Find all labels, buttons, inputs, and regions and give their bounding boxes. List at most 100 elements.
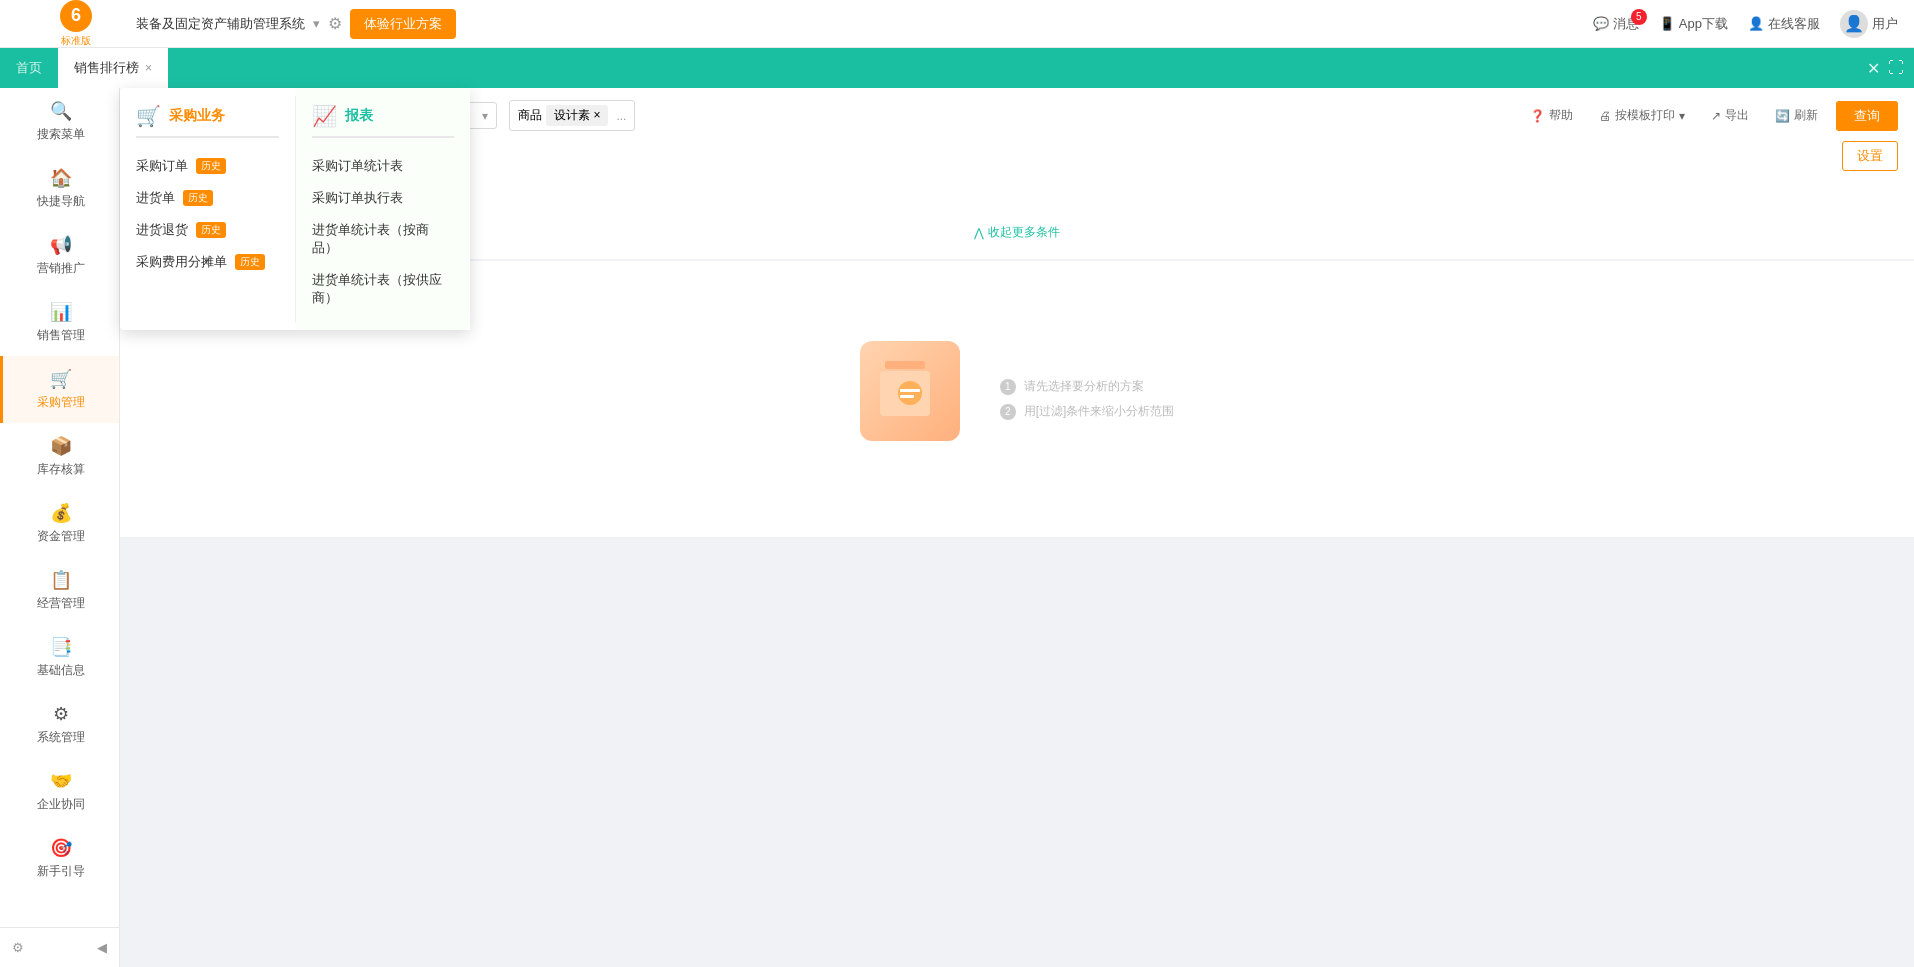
- settings-icon[interactable]: ⚙: [328, 14, 342, 33]
- sidebar-item-cooperation-label: 企业协同: [37, 796, 85, 813]
- window-maximize-icon[interactable]: ⛶: [1888, 59, 1904, 77]
- sidebar-bottom: ⚙ ◀: [0, 927, 119, 967]
- user-menu[interactable]: 👤 用户: [1840, 10, 1898, 38]
- header-system: 装备及固定资产辅助管理系统 ▾ ⚙ 体验行业方案: [136, 9, 1593, 39]
- app-download-btn[interactable]: 📱 App下载: [1659, 15, 1728, 33]
- sidebar-item-sales-label: 销售管理: [37, 327, 85, 344]
- system-icon: ⚙: [53, 703, 69, 725]
- empty-step2: 2 用[过滤]条件来缩小分析范围: [1000, 403, 1175, 420]
- svg-rect-3: [900, 389, 920, 392]
- dropdown-report-1[interactable]: 采购订单执行表: [312, 182, 455, 214]
- dropdown-report-2[interactable]: 进货单统计表（按商品）: [312, 214, 455, 264]
- home-icon: 🏠: [50, 167, 72, 189]
- goods-select[interactable]: 商品 设计素 × ...: [509, 100, 635, 131]
- dropdown-purchase-expense[interactable]: 采购费用分摊单 历史: [136, 246, 279, 278]
- goods-label: 商品: [518, 107, 542, 124]
- online-service-label: 在线客服: [1768, 15, 1820, 33]
- sidebar-item-inventory[interactable]: 📦 库存核算: [0, 423, 119, 490]
- logo-area: 6 标准版: [16, 0, 136, 48]
- sidebar-item-basic-info-label: 基础信息: [37, 662, 85, 679]
- sidebar-item-quicknav-label: 快捷导航: [37, 193, 85, 210]
- history-badge-0: 历史: [196, 158, 226, 174]
- help-icon: ❓: [1530, 109, 1545, 123]
- svg-rect-4: [900, 395, 914, 398]
- query-btn[interactable]: 查询: [1836, 101, 1898, 131]
- app-download-label: App下载: [1679, 15, 1728, 33]
- toolbar-right: ❓ 帮助 🖨 按模板打印 ▾ ↗ 导出 🔄 刷新: [1522, 101, 1898, 131]
- export-icon: ↗: [1711, 109, 1721, 123]
- sidebar-item-search[interactable]: 🔍 搜索菜单: [0, 88, 119, 155]
- svg-point-2: [898, 381, 922, 405]
- tab-close-icon[interactable]: ×: [145, 61, 152, 75]
- sidebar-item-guide[interactable]: 🎯 新手引导: [0, 825, 119, 892]
- tab-home-label: 首页: [16, 59, 42, 77]
- purchase-dropdown-menu: 🛒 采购业务 采购订单 历史 进货单 历史 进货退货 历史 采购费用分摊单 历史…: [120, 88, 470, 330]
- reports-menu-icon: 📈: [312, 104, 337, 128]
- logo-text: 标准版: [61, 34, 91, 48]
- headset-icon: 👤: [1748, 16, 1764, 31]
- sidebar-item-marketing-label: 营销推广: [37, 260, 85, 277]
- message-btn[interactable]: 💬 消息 5: [1593, 15, 1639, 33]
- sidebar-item-cooperation[interactable]: 🤝 企业协同: [0, 758, 119, 825]
- sidebar-item-sales[interactable]: 📊 销售管理: [0, 289, 119, 356]
- sidebar-settings-icon[interactable]: ⚙: [12, 940, 24, 955]
- dropdown-purchase-order[interactable]: 采购订单 历史: [136, 150, 279, 182]
- purchase-menu-icon: 🛒: [136, 104, 161, 128]
- dropdown-report-3[interactable]: 进货单统计表（按供应商）: [312, 264, 455, 314]
- print-icon: 🖨: [1599, 109, 1611, 123]
- guide-icon: 🎯: [50, 837, 72, 859]
- tab-sales-rank-label: 销售排行榜: [74, 59, 139, 77]
- sidebar-item-operations[interactable]: 📋 经营管理: [0, 557, 119, 624]
- sidebar-item-guide-label: 新手引导: [37, 863, 85, 880]
- window-close-icon[interactable]: ✕: [1867, 59, 1880, 78]
- refresh-btn[interactable]: 🔄 刷新: [1767, 103, 1826, 128]
- print-btn[interactable]: 🖨 按模板打印 ▾: [1591, 103, 1693, 128]
- export-btn[interactable]: ↗ 导出: [1703, 103, 1757, 128]
- help-btn[interactable]: ❓ 帮助: [1522, 103, 1581, 128]
- purchase-col: 🛒 采购业务 采购订单 历史 进货单 历史 进货退货 历史 采购费用分摊单 历史: [120, 88, 295, 330]
- top-header: 6 标准版 装备及固定资产辅助管理系统 ▾ ⚙ 体验行业方案 💬 消息 5 📱 …: [0, 0, 1914, 48]
- collapse-arrow-icon: ⋀: [974, 226, 984, 240]
- sidebar-collapse-icon[interactable]: ◀: [97, 940, 107, 955]
- sidebar-item-purchase[interactable]: 🛒 采购管理: [0, 356, 119, 423]
- sidebar-item-system-label: 系统管理: [37, 729, 85, 746]
- sidebar-item-system[interactable]: ⚙ 系统管理: [0, 691, 119, 758]
- message-icon: 💬: [1593, 16, 1609, 31]
- sidebar-item-basic-info[interactable]: 📑 基础信息: [0, 624, 119, 691]
- industry-btn[interactable]: 体验行业方案: [350, 9, 456, 39]
- dropdown-inbound-return[interactable]: 进货退货 历史: [136, 214, 279, 246]
- history-badge-3: 历史: [235, 254, 265, 270]
- tab-sales-rank[interactable]: 销售排行榜 ×: [58, 48, 168, 88]
- reports-col: 📈 报表 采购订单统计表 采购订单执行表 进货单统计表（按商品） 进货单统计表（…: [296, 88, 471, 330]
- tab-home[interactable]: 首页: [0, 48, 58, 88]
- cooperation-icon: 🤝: [50, 770, 72, 792]
- dropdown-inbound[interactable]: 进货单 历史: [136, 182, 279, 214]
- online-service-btn[interactable]: 👤 在线客服: [1748, 15, 1820, 33]
- system-name: 装备及固定资产辅助管理系统: [136, 15, 305, 33]
- basic-info-icon: 📑: [50, 636, 72, 658]
- goods-more-dots[interactable]: ...: [616, 109, 626, 123]
- sales-icon: 📊: [50, 301, 72, 323]
- setting-btn[interactable]: 设置: [1842, 141, 1898, 171]
- phone-icon: 📱: [1659, 16, 1675, 31]
- sidebar-item-inventory-label: 库存核算: [37, 461, 85, 478]
- status-arrow-icon: ▾: [482, 109, 488, 123]
- user-avatar: 👤: [1840, 10, 1868, 38]
- print-arrow-icon: ▾: [1679, 109, 1685, 123]
- logo-icon: 6: [60, 0, 92, 32]
- sidebar-item-finance[interactable]: 💰 资金管理: [0, 490, 119, 557]
- dropdown-arrow-icon[interactable]: ▾: [313, 16, 320, 31]
- dropdown-report-0[interactable]: 采购订单统计表: [312, 150, 455, 182]
- empty-step1: 1 请先选择要分析的方案: [1000, 378, 1175, 395]
- search-icon: 🔍: [50, 100, 72, 122]
- message-badge: 5: [1631, 9, 1647, 25]
- sidebar-item-finance-label: 资金管理: [37, 528, 85, 545]
- empty-illustration: [860, 341, 960, 441]
- tab-window-controls: ✕ ⛶: [1857, 48, 1914, 88]
- sidebar-item-quicknav[interactable]: 🏠 快捷导航: [0, 155, 119, 222]
- purchase-col-title: 🛒 采购业务: [136, 104, 279, 138]
- marketing-icon: 📢: [50, 234, 72, 256]
- svg-rect-1: [885, 361, 925, 369]
- user-label: 用户: [1872, 15, 1898, 33]
- sidebar-item-marketing[interactable]: 📢 营销推广: [0, 222, 119, 289]
